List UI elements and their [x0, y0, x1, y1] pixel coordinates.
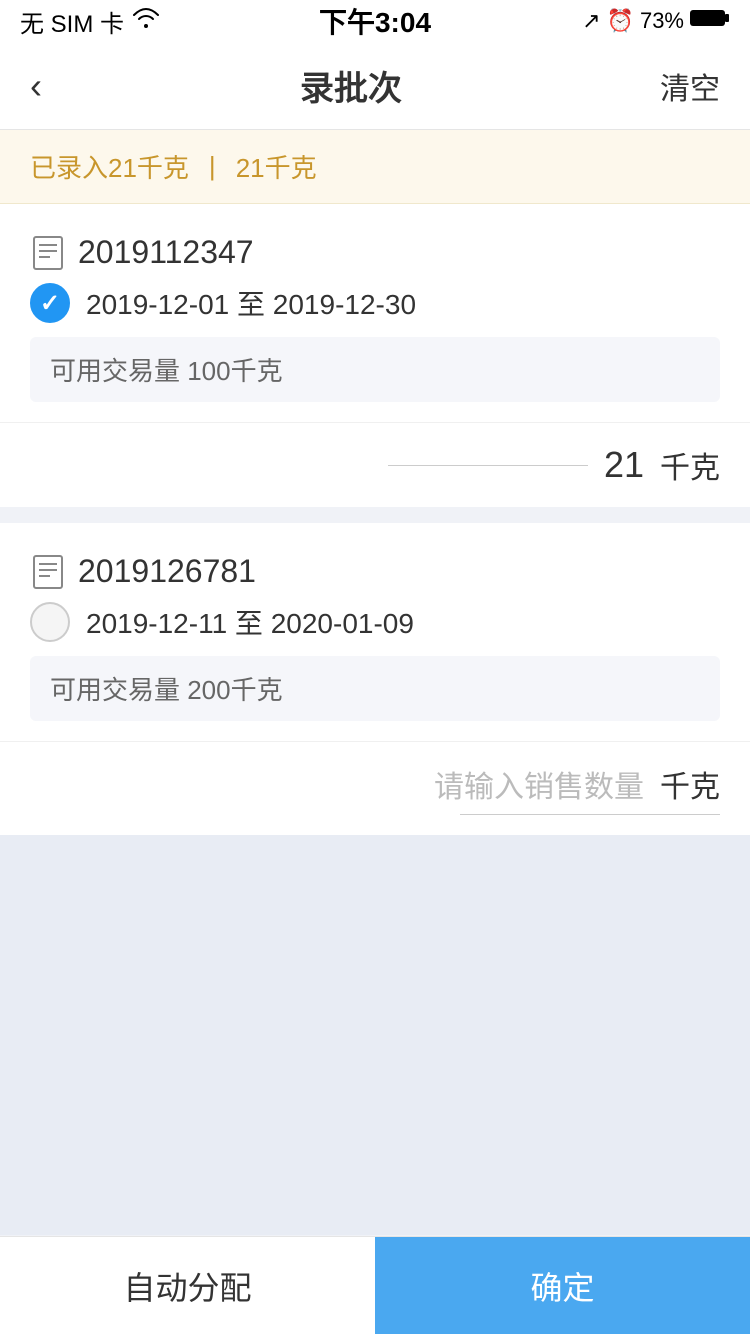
total-amount: 21千克	[236, 148, 317, 185]
batch1-id: 2019112347	[78, 234, 254, 271]
alarm-icon: ⏰	[607, 8, 634, 34]
batch2-card: 2019126781 2019-12-11 至 2020-01-09 可用交易量…	[0, 523, 750, 741]
status-bar-right: ↗ ⏰ 73%	[582, 8, 730, 34]
batch1-card: 2019112347 2019-12-01 至 2019-12-30 可用交易量…	[0, 204, 750, 422]
content-area: 已录入21千克 | 21千克 2019112347 2019-12-01 至 2…	[0, 130, 750, 1333]
batch2-input-unit: 千克	[660, 762, 720, 806]
batch1-header: 2019112347	[30, 234, 720, 271]
nav-bar: ‹ 录批次 清空	[0, 42, 750, 130]
status-bar-left: 无 SIM 卡	[20, 4, 160, 39]
batch1-icon	[30, 235, 66, 271]
auto-distribute-button[interactable]: 自动分配	[0, 1237, 375, 1334]
recorded-amount: 已录入21千克	[30, 148, 189, 185]
batch1-amount-row: 21 千克	[0, 422, 750, 507]
batch2-radio[interactable]	[30, 602, 70, 642]
batch2-input-placeholder: 请输入销售数量	[434, 762, 644, 806]
batch2-available: 可用交易量 200千克	[30, 656, 720, 721]
status-bar-time: 下午3:04	[319, 1, 431, 41]
batch1-available: 可用交易量 100千克	[30, 337, 720, 402]
banner-divider: |	[209, 151, 216, 182]
location-icon: ↗	[582, 8, 600, 34]
battery-percent: 73%	[640, 8, 684, 34]
batch1-amount-value: 21	[604, 444, 644, 486]
batch2-icon	[30, 554, 66, 590]
batch2-input-row: 请输入销售数量 千克	[0, 741, 750, 835]
batch1-date: 2019-12-01 至 2019-12-30	[86, 283, 416, 323]
page-title: 录批次	[300, 61, 402, 110]
status-bar: 无 SIM 卡 下午3:04 ↗ ⏰ 73%	[0, 0, 750, 42]
battery-icon	[690, 8, 730, 34]
back-button[interactable]: ‹	[30, 65, 42, 107]
batch1-radio[interactable]	[30, 283, 70, 323]
confirm-button[interactable]: 确定	[375, 1237, 750, 1334]
batch2-date-row: 2019-12-11 至 2020-01-09	[30, 602, 720, 642]
batch1-amount-unit: 千克	[660, 443, 720, 487]
wifi-icon	[132, 7, 160, 35]
empty-area	[0, 835, 750, 1235]
batch2-header: 2019126781	[30, 553, 720, 590]
carrier-label: 无 SIM 卡	[20, 4, 124, 39]
batch2-id: 2019126781	[78, 553, 256, 590]
batch2-date: 2019-12-11 至 2020-01-09	[86, 602, 414, 642]
bottom-bar: 自动分配 确定	[0, 1236, 750, 1334]
batch1-date-row: 2019-12-01 至 2019-12-30	[30, 283, 720, 323]
info-banner: 已录入21千克 | 21千克	[0, 130, 750, 204]
card-divider	[0, 507, 750, 523]
clear-button[interactable]: 清空	[660, 64, 720, 108]
